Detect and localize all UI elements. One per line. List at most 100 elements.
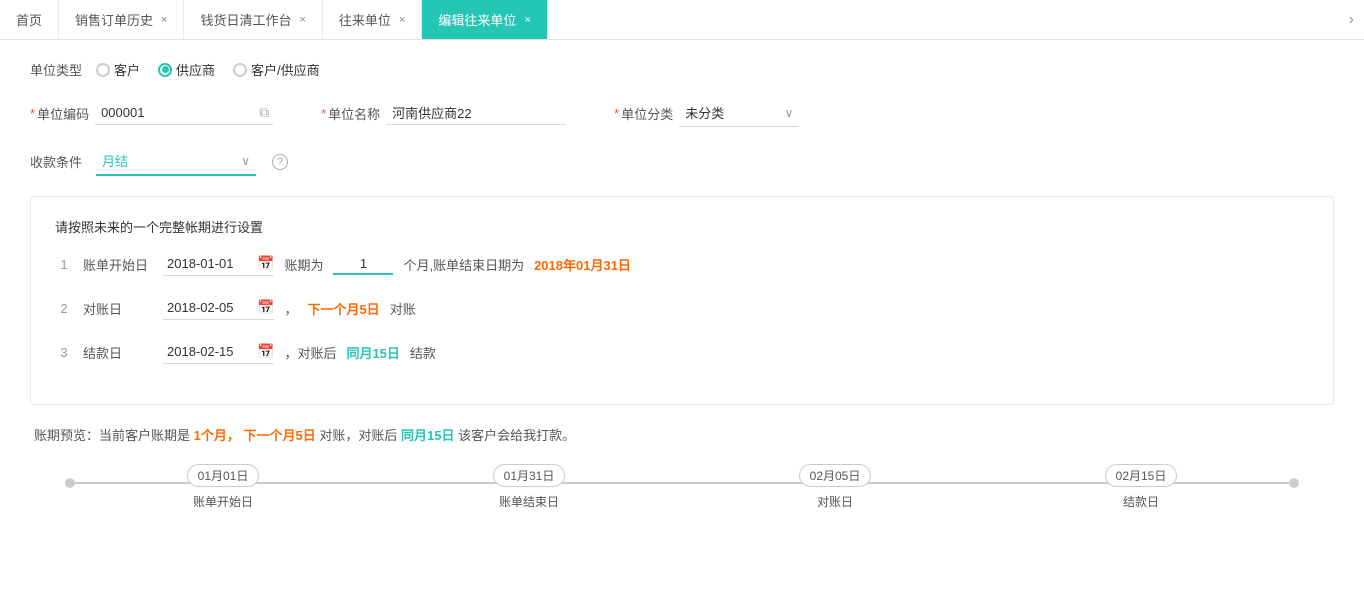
unit-code-star: * — [30, 106, 35, 121]
tab-edit-partner-label: 编辑往来单位 — [438, 10, 516, 29]
preview-highlight-2: 同月15日 — [401, 428, 454, 443]
tab-sales-history-label: 销售订单历史 — [75, 10, 153, 29]
unit-category-label: 单位分类 — [621, 104, 673, 123]
period-row-2-highlight: 下一个月5日 — [307, 299, 379, 318]
timeline-node-0: 01月01日 账单开始日 — [187, 464, 260, 510]
period-settings-box: 请按照未来的一个完整帐期进行设置 1 账单开始日 📅 账期为 个月,账单结束日期… — [30, 196, 1334, 405]
radio-supplier[interactable]: 供应商 — [158, 60, 215, 79]
period-months-input[interactable] — [333, 254, 393, 275]
period-row-2-desc-pre: ， — [284, 299, 297, 318]
unit-category-group: * 单位分类 未分类 ∨ — [614, 99, 799, 127]
unit-code-input[interactable] — [95, 101, 255, 124]
unit-category-value: 未分类 — [685, 103, 776, 122]
unit-code-input-wrap: ⧉ — [95, 101, 273, 125]
period-row-3-date-wrap: 📅 — [163, 340, 274, 364]
tab-sales-history-close[interactable]: × — [161, 14, 167, 26]
timeline-label-1: 账单结束日 — [499, 493, 559, 510]
preview-text: 账期预览：当前客户账期是 1个月， 下一个月5日 对账，对账后 同月15日 该客… — [30, 425, 1334, 444]
unit-name-star: * — [321, 106, 326, 121]
period-row-1-calendar-icon[interactable]: 📅 — [257, 255, 274, 272]
main-content: 单位类型 客户 供应商 客户/供应商 * 单位编码 ⧉ — [0, 40, 1364, 608]
period-row-1-num: 1 — [55, 257, 73, 272]
timeline-label-2: 对账日 — [817, 493, 853, 510]
tab-partner-unit-close[interactable]: × — [399, 14, 405, 26]
period-row-2-date-input[interactable] — [163, 296, 253, 319]
timeline-node-2: 02月05日 对账日 — [799, 464, 872, 510]
timeline-node-3: 02月15日 结款日 — [1105, 464, 1178, 510]
period-row-3-highlight: 同月15日 — [346, 343, 399, 362]
unit-name-group: * 单位名称 — [321, 101, 566, 125]
period-row-3-desc-suf: 结款 — [410, 343, 436, 362]
period-row-3-num: 3 — [55, 345, 73, 360]
period-row-1: 1 账单开始日 📅 账期为 个月,账单结束日期为 2018年01月31日 — [55, 252, 1309, 276]
tab-cash-work-close[interactable]: × — [299, 14, 305, 26]
period-row-2-label: 对账日 — [83, 299, 153, 318]
tabs-scroll-arrow[interactable]: › — [1339, 11, 1364, 29]
unit-type-label: 单位类型 — [30, 60, 82, 79]
tab-cash-work[interactable]: 钱货日清工作台 × — [184, 0, 322, 39]
tab-home[interactable]: 首页 — [0, 0, 59, 39]
tab-edit-partner-close[interactable]: × — [524, 14, 530, 26]
tabs-bar: 首页 销售订单历史 × 钱货日清工作台 × 往来单位 × 编辑往来单位 × › — [0, 0, 1364, 40]
timeline-label-0: 账单开始日 — [193, 493, 253, 510]
radio-customer[interactable]: 客户 — [96, 60, 140, 79]
preview-highlight-1: 1个月， — [194, 428, 240, 443]
payment-condition-label: 收款条件 — [30, 152, 82, 171]
radio-customer-circle — [96, 63, 110, 77]
period-row-2: 2 对账日 📅 ， 下一个月5日 对账 — [55, 296, 1309, 320]
period-row-1-date-wrap: 📅 — [163, 252, 274, 276]
period-row-3-calendar-icon[interactable]: 📅 — [257, 343, 274, 360]
radio-customer-label: 客户 — [114, 60, 140, 79]
tab-partner-unit-label: 往来单位 — [339, 10, 391, 29]
unit-category-chevron-icon: ∨ — [784, 106, 793, 120]
unit-type-radio-group: 客户 供应商 客户/供应商 — [96, 60, 320, 79]
timeline-label-3: 结款日 — [1123, 493, 1159, 510]
period-row-2-calendar-icon[interactable]: 📅 — [257, 299, 274, 316]
period-row-1-desc-prefix: 账期为 — [284, 255, 323, 274]
period-row-2-desc-suf: 对账 — [390, 299, 416, 318]
unit-name-label: 单位名称 — [328, 104, 380, 123]
period-row-1-end-date: 2018年01月31日 — [534, 255, 631, 274]
radio-both-circle — [233, 63, 247, 77]
period-row-3-label: 结款日 — [83, 343, 153, 362]
payment-condition-value: 月结 — [102, 151, 235, 170]
unit-type-row: 单位类型 客户 供应商 客户/供应商 — [30, 60, 1334, 79]
timeline-nodes: 01月01日 账单开始日 01月31日 账单结束日 02月05日 对账日 02月… — [70, 464, 1294, 510]
tab-home-label: 首页 — [16, 10, 42, 29]
preview-middle-2: 对账，对账后 — [319, 428, 397, 443]
period-row-3: 3 结款日 📅 ，对账后 同月15日 结款 — [55, 340, 1309, 364]
period-row-1-date-input[interactable] — [163, 252, 253, 275]
tab-edit-partner[interactable]: 编辑往来单位 × — [422, 0, 547, 39]
timeline-container: 01月01日 账单开始日 01月31日 账单结束日 02月05日 对账日 02月… — [30, 464, 1334, 510]
radio-both-label: 客户/供应商 — [251, 60, 320, 79]
unit-code-group: * 单位编码 ⧉ — [30, 101, 273, 125]
timeline-badge-2: 02月05日 — [799, 464, 872, 487]
period-row-3-date-input[interactable] — [163, 340, 253, 363]
period-row-1-desc-suffix: 个月,账单结束日期为 — [403, 255, 524, 274]
payment-condition-select[interactable]: 月结 ∨ — [96, 147, 256, 176]
period-box-title: 请按照未来的一个完整帐期进行设置 — [55, 217, 1309, 236]
radio-supplier-circle — [158, 63, 172, 77]
period-row-3-desc-pre: ，对账后 — [284, 343, 336, 362]
unit-name-input[interactable] — [386, 101, 566, 125]
tab-partner-unit[interactable]: 往来单位 × — [323, 0, 422, 39]
tab-cash-work-label: 钱货日清工作台 — [200, 10, 291, 29]
timeline-badge-3: 02月15日 — [1105, 464, 1178, 487]
tab-sales-history[interactable]: 销售订单历史 × — [59, 0, 184, 39]
copy-icon[interactable]: ⧉ — [255, 104, 273, 121]
unit-category-select[interactable]: 未分类 ∨ — [679, 99, 799, 127]
period-row-1-label: 账单开始日 — [83, 255, 153, 274]
preview-suffix: 该客户会给我打款。 — [458, 428, 575, 443]
unit-code-label: 单位编码 — [37, 104, 89, 123]
preview-middle-1: 下一个月5日 — [244, 428, 316, 443]
period-row-2-num: 2 — [55, 301, 73, 316]
unit-category-star: * — [614, 106, 619, 121]
period-row-2-date-wrap: 📅 — [163, 296, 274, 320]
timeline-node-1: 01月31日 账单结束日 — [493, 464, 566, 510]
preview-prefix: 账期预览：当前客户账期是 — [34, 428, 190, 443]
payment-condition-row: 收款条件 月结 ∨ ? — [30, 147, 1334, 176]
radio-both[interactable]: 客户/供应商 — [233, 60, 320, 79]
payment-condition-chevron-icon: ∨ — [241, 154, 250, 168]
payment-help-icon[interactable]: ? — [272, 154, 288, 170]
timeline-badge-0: 01月01日 — [187, 464, 260, 487]
